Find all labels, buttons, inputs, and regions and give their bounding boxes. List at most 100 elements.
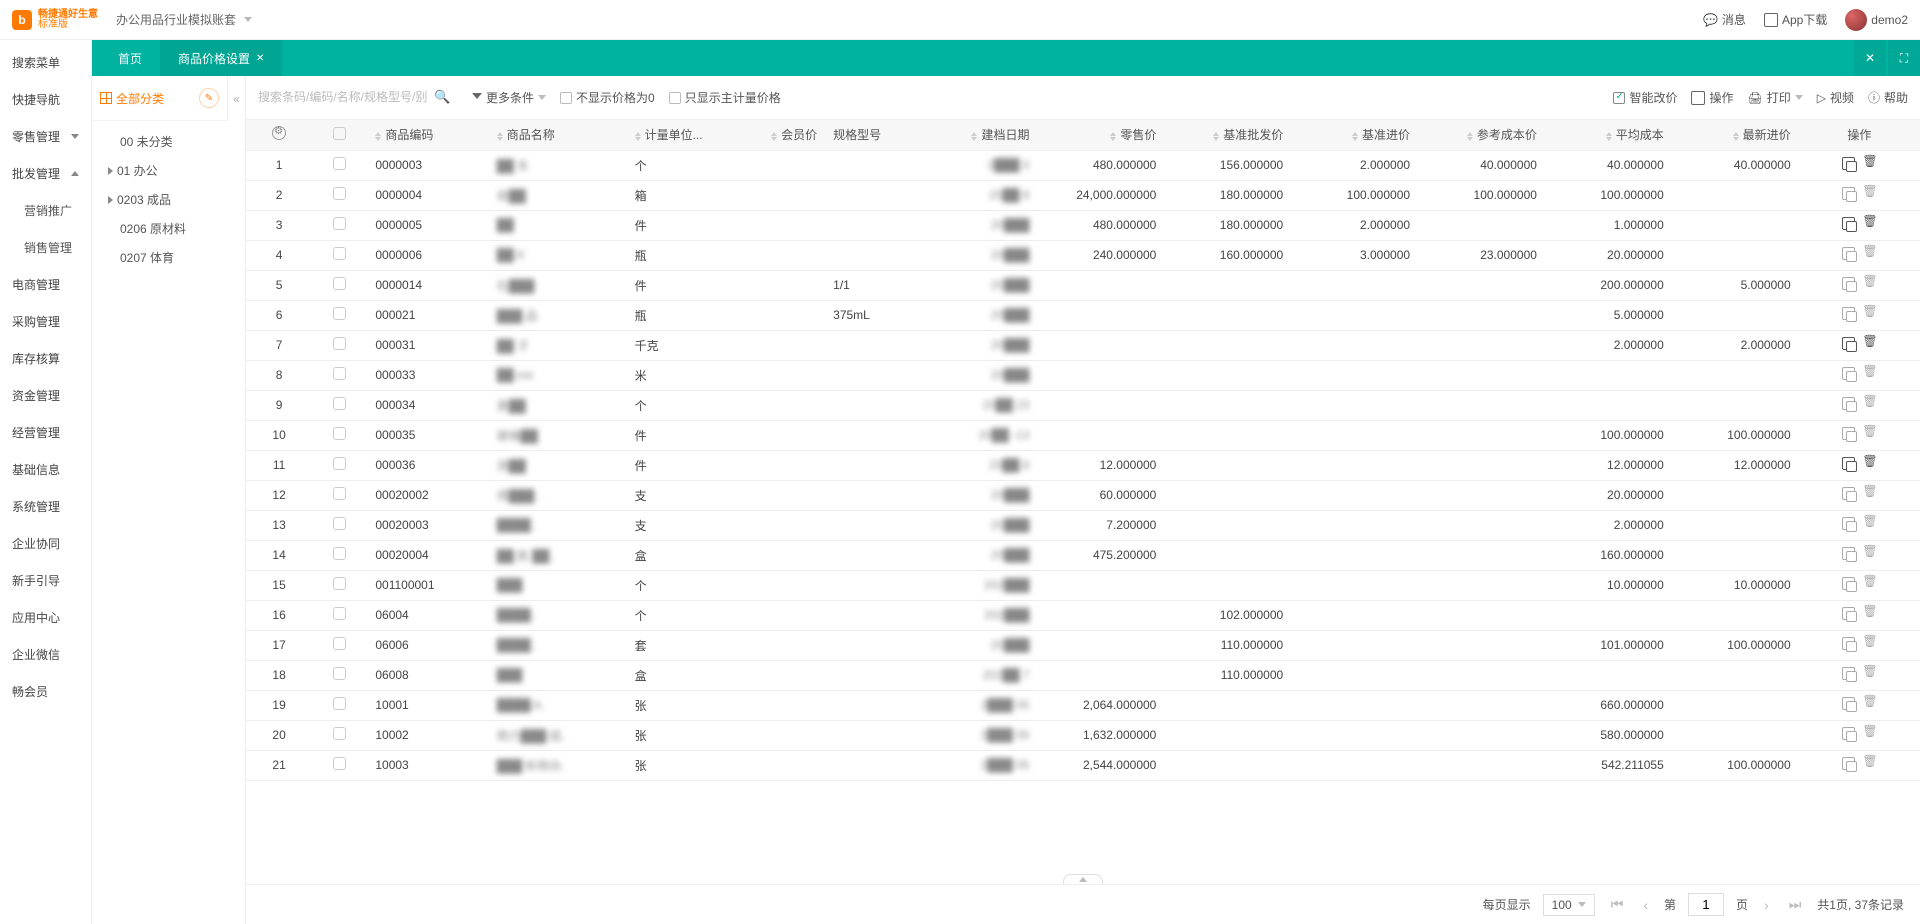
expand-handle[interactable] bbox=[1063, 874, 1103, 884]
fullscreen-button[interactable]: ⛶ bbox=[1888, 40, 1920, 76]
delete-icon[interactable] bbox=[1863, 667, 1876, 680]
only-main-unit-checkbox[interactable]: 只显示主计量价格 bbox=[669, 89, 781, 106]
copy-icon[interactable] bbox=[1842, 547, 1855, 560]
delete-icon[interactable] bbox=[1863, 697, 1876, 710]
page-input[interactable] bbox=[1688, 893, 1724, 916]
nav-item[interactable]: 快捷导航 bbox=[0, 81, 91, 118]
copy-icon[interactable] bbox=[1842, 637, 1855, 650]
delete-icon[interactable] bbox=[1863, 247, 1876, 260]
delete-icon[interactable] bbox=[1863, 337, 1876, 350]
table-row[interactable]: 15001100001███个202███10.00000010.000000 bbox=[246, 570, 1920, 600]
nav-item[interactable]: 系统管理 bbox=[0, 488, 91, 525]
row-checkbox[interactable] bbox=[312, 720, 367, 750]
row-checkbox[interactable] bbox=[312, 600, 367, 630]
delete-icon[interactable] bbox=[1863, 607, 1876, 620]
tab-home[interactable]: 首页 bbox=[100, 40, 160, 76]
delete-icon[interactable] bbox=[1863, 397, 1876, 410]
nav-item[interactable]: 新手引导 bbox=[0, 562, 91, 599]
copy-icon[interactable] bbox=[1842, 247, 1855, 260]
row-checkbox[interactable] bbox=[312, 360, 367, 390]
copy-icon[interactable] bbox=[1842, 577, 1855, 590]
copy-icon[interactable] bbox=[1842, 607, 1855, 620]
delete-icon[interactable] bbox=[1863, 367, 1876, 380]
delete-icon[interactable] bbox=[1863, 637, 1876, 650]
nav-subitem[interactable]: 营销推广 bbox=[0, 192, 91, 229]
row-checkbox[interactable] bbox=[312, 300, 367, 330]
table-row[interactable]: 1806008███盒202██ 7110.000000 bbox=[246, 660, 1920, 690]
app-download-button[interactable]: App下载 bbox=[1764, 11, 1827, 28]
category-edit-button[interactable]: ✎ bbox=[199, 88, 219, 108]
message-button[interactable]: 💬 消息 bbox=[1703, 11, 1746, 28]
nav-item[interactable]: 批发管理 bbox=[0, 155, 91, 192]
table-row[interactable]: 1706006████ .套20███110.000000101.0000001… bbox=[246, 630, 1920, 660]
video-button[interactable]: ▷ 视频 bbox=[1817, 89, 1854, 106]
row-checkbox[interactable] bbox=[312, 150, 367, 180]
page-size-select[interactable]: 100 bbox=[1543, 894, 1595, 916]
copy-icon[interactable] bbox=[1842, 457, 1855, 470]
row-checkbox[interactable] bbox=[312, 690, 367, 720]
table-row[interactable]: 30000005██件20███480.000000180.0000002.00… bbox=[246, 210, 1920, 240]
copy-icon[interactable] bbox=[1842, 307, 1855, 320]
row-checkbox[interactable] bbox=[312, 510, 367, 540]
delete-icon[interactable] bbox=[1863, 187, 1876, 200]
nav-item[interactable]: 企业协同 bbox=[0, 525, 91, 562]
copy-icon[interactable] bbox=[1842, 727, 1855, 740]
col-unit[interactable]: 计量单位... bbox=[627, 120, 743, 150]
workspace-selector[interactable]: 办公用品行业模拟账套 bbox=[100, 11, 268, 28]
table-row[interactable]: 2110003███ 析称办.张2███ 052,544.000000542.2… bbox=[246, 750, 1920, 780]
row-checkbox[interactable] bbox=[312, 630, 367, 660]
nav-item[interactable]: 应用中心 bbox=[0, 599, 91, 636]
delete-icon[interactable] bbox=[1863, 277, 1876, 290]
copy-icon[interactable] bbox=[1842, 697, 1855, 710]
copy-icon[interactable] bbox=[1842, 157, 1855, 170]
print-button[interactable]: 🖨 打印 bbox=[1747, 89, 1802, 106]
row-checkbox[interactable] bbox=[312, 240, 367, 270]
close-icon[interactable]: ✕ bbox=[256, 53, 264, 64]
first-page-button[interactable]: ⏮ bbox=[1607, 896, 1628, 913]
delete-icon[interactable] bbox=[1863, 457, 1876, 470]
nav-item[interactable]: 畅会员 bbox=[0, 673, 91, 710]
nav-item[interactable]: 企业微信 bbox=[0, 636, 91, 673]
row-checkbox[interactable] bbox=[312, 180, 367, 210]
user-menu[interactable]: demo2 bbox=[1845, 9, 1908, 31]
table-row[interactable]: 1200020002得███ .支20███60.00000020.000000 bbox=[246, 480, 1920, 510]
nav-item[interactable]: 经营管理 bbox=[0, 414, 91, 451]
copy-icon[interactable] bbox=[1842, 337, 1855, 350]
category-collapse-button[interactable]: « bbox=[227, 76, 245, 121]
delete-icon[interactable] bbox=[1863, 427, 1876, 440]
nav-item[interactable]: 库存核算 bbox=[0, 340, 91, 377]
search-input[interactable] bbox=[258, 86, 428, 108]
copy-icon[interactable] bbox=[1842, 277, 1855, 290]
delete-icon[interactable] bbox=[1863, 547, 1876, 560]
copy-icon[interactable] bbox=[1842, 487, 1855, 500]
nav-item[interactable]: 采购管理 bbox=[0, 303, 91, 340]
delete-icon[interactable] bbox=[1863, 487, 1876, 500]
category-item[interactable]: 01 办公 bbox=[92, 156, 245, 185]
row-checkbox[interactable] bbox=[312, 480, 367, 510]
category-item[interactable]: 0206 原材料 bbox=[92, 214, 245, 243]
nav-subitem[interactable]: 销售管理 bbox=[0, 229, 91, 266]
copy-icon[interactable] bbox=[1842, 367, 1855, 380]
column-settings[interactable] bbox=[246, 120, 312, 150]
tab-price-settings[interactable]: 商品价格设置 ✕ bbox=[160, 40, 282, 76]
row-checkbox[interactable] bbox=[312, 210, 367, 240]
nav-item[interactable]: 电商管理 bbox=[0, 266, 91, 303]
col-member[interactable]: 会员价 bbox=[742, 120, 825, 150]
delete-icon[interactable] bbox=[1863, 577, 1876, 590]
tab-close-all-button[interactable]: ✕ bbox=[1854, 40, 1886, 76]
delete-icon[interactable] bbox=[1863, 727, 1876, 740]
table-row[interactable]: 1910001████ A.张2███ 052,064.000000660.00… bbox=[246, 690, 1920, 720]
table-row[interactable]: 1300020003████ .支20███7.2000002.000000 bbox=[246, 510, 1920, 540]
operate-button[interactable]: 操作 bbox=[1691, 89, 1733, 106]
next-page-button[interactable]: › bbox=[1760, 897, 1773, 913]
smart-modify-button[interactable]: 智能改价 bbox=[1613, 89, 1677, 106]
table-row[interactable]: 7000031██ 子千克20███2.0000002.000000 bbox=[246, 330, 1920, 360]
col-wholesale[interactable]: 基准批发价 bbox=[1164, 120, 1291, 150]
row-checkbox[interactable] bbox=[312, 390, 367, 420]
col-date[interactable]: 建档日期 bbox=[922, 120, 1038, 150]
hide-zero-checkbox[interactable]: 不显示价格为0 bbox=[560, 89, 655, 106]
category-item[interactable]: 0203 成品 bbox=[92, 185, 245, 214]
col-code[interactable]: 商品编码 bbox=[367, 120, 488, 150]
row-checkbox[interactable] bbox=[312, 450, 367, 480]
delete-icon[interactable] bbox=[1863, 517, 1876, 530]
